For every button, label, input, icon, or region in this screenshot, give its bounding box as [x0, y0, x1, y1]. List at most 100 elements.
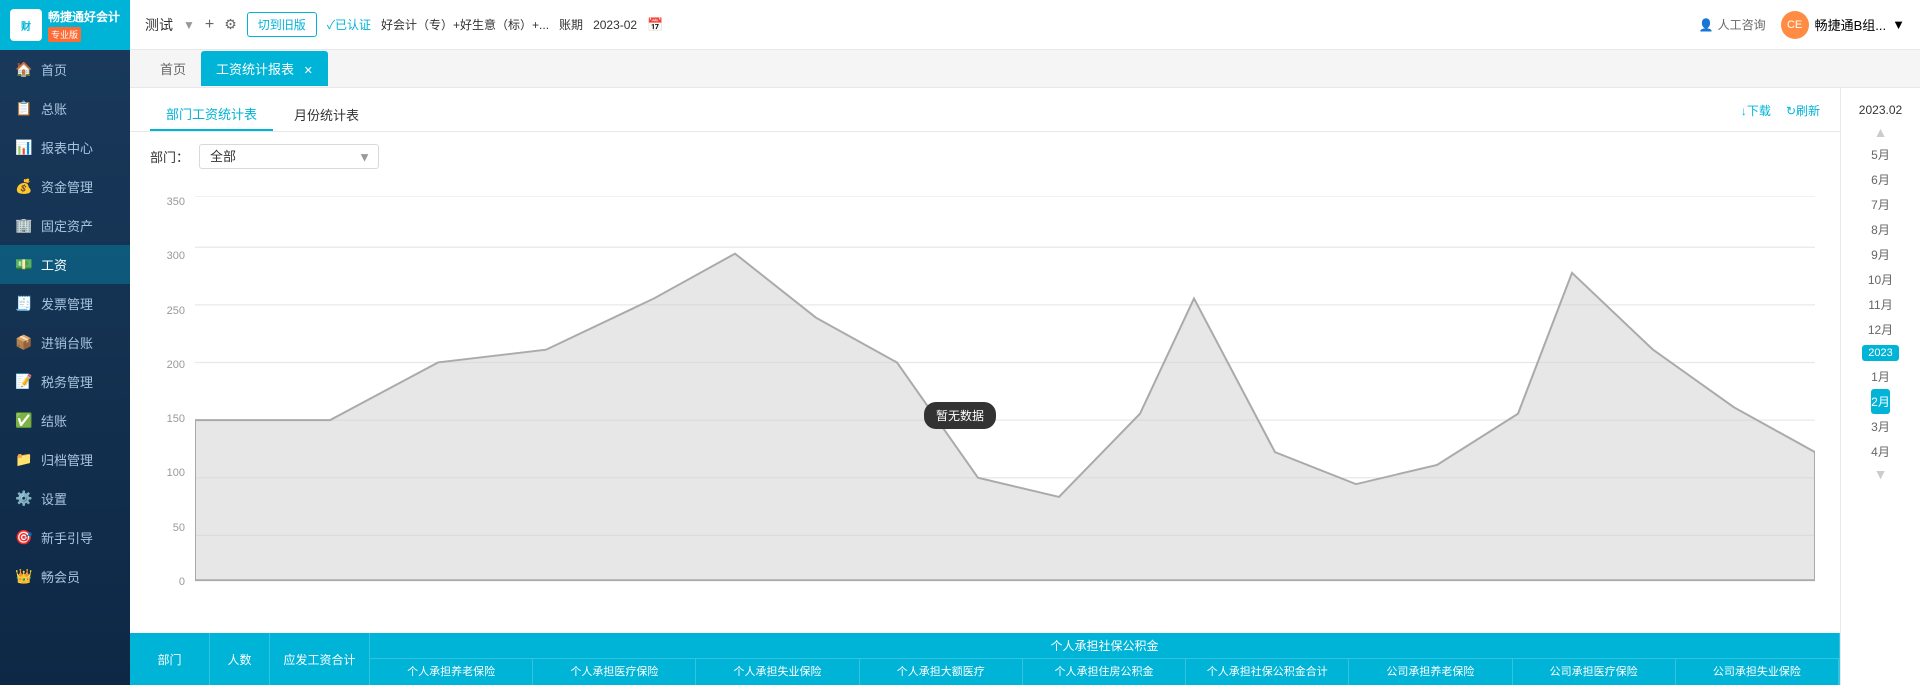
sidebar-item-salary[interactable]: 💵 工资: [0, 245, 130, 284]
chart-area: 0 50 100 150 200 250 300 350: [130, 181, 1840, 633]
sidebar-label-archive: 归档管理: [41, 450, 93, 469]
logo-icon: 财: [10, 9, 42, 41]
table-header: 部门 人数 应发工资合计 个人承担社保公积金 个人承担养老保险 个人承担医疗保险…: [130, 633, 1840, 685]
sidebar-item-home[interactable]: 🏠首页: [0, 50, 130, 89]
tab-salary-report[interactable]: 工资统计报表 ✕: [201, 51, 328, 86]
sidebar-logo: 财 畅捷通好会计 专业版: [0, 0, 130, 50]
sidebar-item-archive[interactable]: 📁归档管理: [0, 440, 130, 479]
month-8月[interactable]: 8月: [1868, 217, 1893, 242]
sidebar-label-assets: 固定资产: [41, 216, 93, 235]
sidebar-item-guide[interactable]: 🎯 新手引导: [0, 518, 130, 557]
sidebar-icon-guide: 🎯: [15, 529, 33, 546]
tab-close-icon[interactable]: ✕: [304, 65, 313, 77]
table-sub-unemployment: 个人承担失业保险: [696, 659, 859, 685]
sidebar-label-settle: 结账: [41, 411, 67, 430]
page-content: 部门工资统计表 月份统计表 ↓下载 ↻刷新 部门： 全部 销售部 财务部: [130, 88, 1920, 685]
month-10月[interactable]: 10月: [1868, 267, 1893, 292]
chart-container: 0 50 100 150 200 250 300 350: [150, 191, 1820, 623]
sidebar-icon-member: 👑: [15, 568, 33, 585]
table-col-count: 人数: [210, 633, 270, 685]
table-group-subs: 个人承担养老保险 个人承担医疗保险 个人承担失业保险 个人承担大额医疗 个人承担…: [370, 659, 1839, 685]
tab-home[interactable]: 首页: [145, 51, 201, 86]
switch-version-button[interactable]: 切到旧版: [247, 12, 317, 37]
table-col-total: 应发工资合计: [270, 633, 370, 685]
topbar: 测试 ▼ + ⚙ 切到旧版 ✓已认证 好会计（专）+好生意（标）+... 账期 …: [130, 0, 1920, 50]
month-curr-2月[interactable]: 2月: [1871, 389, 1890, 414]
sub-tab-dept[interactable]: 部门工资统计表: [150, 98, 273, 131]
month-6月[interactable]: 6月: [1868, 167, 1893, 192]
right-panel-up-nav[interactable]: ▲: [1872, 122, 1890, 142]
dropdown-arrow[interactable]: ▼: [183, 18, 195, 32]
y-label-350: 350: [150, 196, 190, 208]
table-sub-company-pension: 公司承担养老保险: [1349, 659, 1512, 685]
table-sub-big-medical: 个人承担大额医疗: [860, 659, 1023, 685]
month-curr-3月[interactable]: 3月: [1871, 414, 1890, 439]
sidebar-label-guide: 新手引导: [41, 528, 93, 547]
table-sub-total: 个人承担社保公积金合计: [1186, 659, 1349, 685]
sidebar-icon-tax: 📝: [15, 373, 33, 390]
sidebar-label-funds: 资金管理: [41, 177, 93, 196]
right-panel-date[interactable]: 2023.02: [1859, 98, 1902, 122]
calendar-icon[interactable]: 📅: [647, 17, 663, 33]
month-12月[interactable]: 12月: [1868, 317, 1893, 342]
period-value: 2023-02: [593, 18, 637, 32]
table-col-dept: 部门: [130, 633, 210, 685]
month-curr-1月[interactable]: 1月: [1871, 364, 1890, 389]
user-menu[interactable]: CE 畅捷通B组... ▼: [1781, 11, 1905, 39]
sidebar-icon-ledger: 📋: [15, 100, 33, 117]
month-11月[interactable]: 11月: [1868, 292, 1893, 317]
y-label-150: 150: [150, 413, 190, 425]
help-button[interactable]: 👤 人工咨询: [1699, 16, 1766, 33]
y-axis: 0 50 100 150 200 250 300 350: [150, 191, 190, 593]
sidebar-item-sales[interactable]: 📦进销台账: [0, 323, 130, 362]
year-badge: 2023: [1862, 345, 1898, 361]
refresh-button[interactable]: ↻刷新: [1786, 102, 1820, 119]
filter-bar: 部门： 全部 销售部 财务部 人事部 技术部 ▼: [130, 132, 1840, 181]
sidebar-item-reports[interactable]: 📊报表中心: [0, 128, 130, 167]
tabs-bar: 首页 工资统计报表 ✕: [130, 50, 1920, 88]
sidebar-item-invoice[interactable]: 🧾发票管理: [0, 284, 130, 323]
sidebar: 财 畅捷通好会计 专业版 🏠首页 📋 总账 📊报表中心 💰 资金管理 🏢 固定资产 💵 工资 🧾发票…: [0, 0, 130, 685]
settings-icon[interactable]: ⚙: [224, 16, 237, 33]
sidebar-icon-settings: ⚙️: [15, 490, 33, 507]
sidebar-label-salary: 工资: [41, 255, 67, 274]
dept-filter-label: 部门：: [150, 147, 189, 166]
sidebar-icon-assets: 🏢: [15, 217, 33, 234]
table-sub-company-medical: 公司承担医疗保险: [1513, 659, 1676, 685]
sidebar-item-settings[interactable]: ⚙️设置: [0, 479, 130, 518]
month-7月[interactable]: 7月: [1868, 192, 1893, 217]
sub-tab-monthly[interactable]: 月份统计表: [278, 99, 375, 130]
dept-filter-wrap: 全部 销售部 财务部 人事部 技术部 ▼: [199, 144, 379, 169]
certified-status: ✓已认证: [327, 16, 371, 33]
right-panel-down-nav[interactable]: ▼: [1872, 464, 1890, 484]
sidebar-icon-funds: 💰: [15, 178, 33, 195]
sidebar-label-reports: 报表中心: [41, 138, 93, 157]
table-sub-company-unemp: 公司承担失业保险: [1676, 659, 1839, 685]
y-label-0: 0: [150, 576, 190, 588]
sidebar-item-assets[interactable]: 🏢 固定资产: [0, 206, 130, 245]
sidebar-icon-settle: ✅: [15, 412, 33, 429]
y-label-200: 200: [150, 359, 190, 371]
chart-area-path: [195, 254, 1815, 581]
inner-page: 部门工资统计表 月份统计表 ↓下载 ↻刷新 部门： 全部 销售部 财务部: [130, 88, 1840, 685]
user-name: 畅捷通B组...: [1815, 15, 1887, 34]
y-label-250: 250: [150, 305, 190, 317]
table-sub-medical: 个人承担医疗保险: [533, 659, 696, 685]
y-label-300: 300: [150, 250, 190, 262]
sidebar-item-tax[interactable]: 📝税务管理: [0, 362, 130, 401]
sub-tabs: 部门工资统计表 月份统计表 ↓下载 ↻刷新: [130, 88, 1840, 132]
sidebar-label-ledger: 总账: [41, 99, 67, 118]
sidebar-icon-salary: 💵: [15, 256, 33, 273]
download-button[interactable]: ↓下载: [1741, 102, 1771, 119]
sidebar-item-member[interactable]: 👑畅会员: [0, 557, 130, 596]
add-button[interactable]: +: [205, 16, 214, 34]
sidebar-item-funds[interactable]: 💰 资金管理: [0, 167, 130, 206]
y-label-100: 100: [150, 467, 190, 479]
month-curr-4月[interactable]: 4月: [1871, 439, 1890, 464]
chart-svg: [195, 196, 1815, 593]
month-9月[interactable]: 9月: [1868, 242, 1893, 267]
sidebar-item-settle[interactable]: ✅ 结账: [0, 401, 130, 440]
dept-select[interactable]: 全部 销售部 财务部 人事部 技术部: [199, 144, 379, 169]
month-5月[interactable]: 5月: [1868, 142, 1893, 167]
sidebar-item-ledger[interactable]: 📋 总账: [0, 89, 130, 128]
